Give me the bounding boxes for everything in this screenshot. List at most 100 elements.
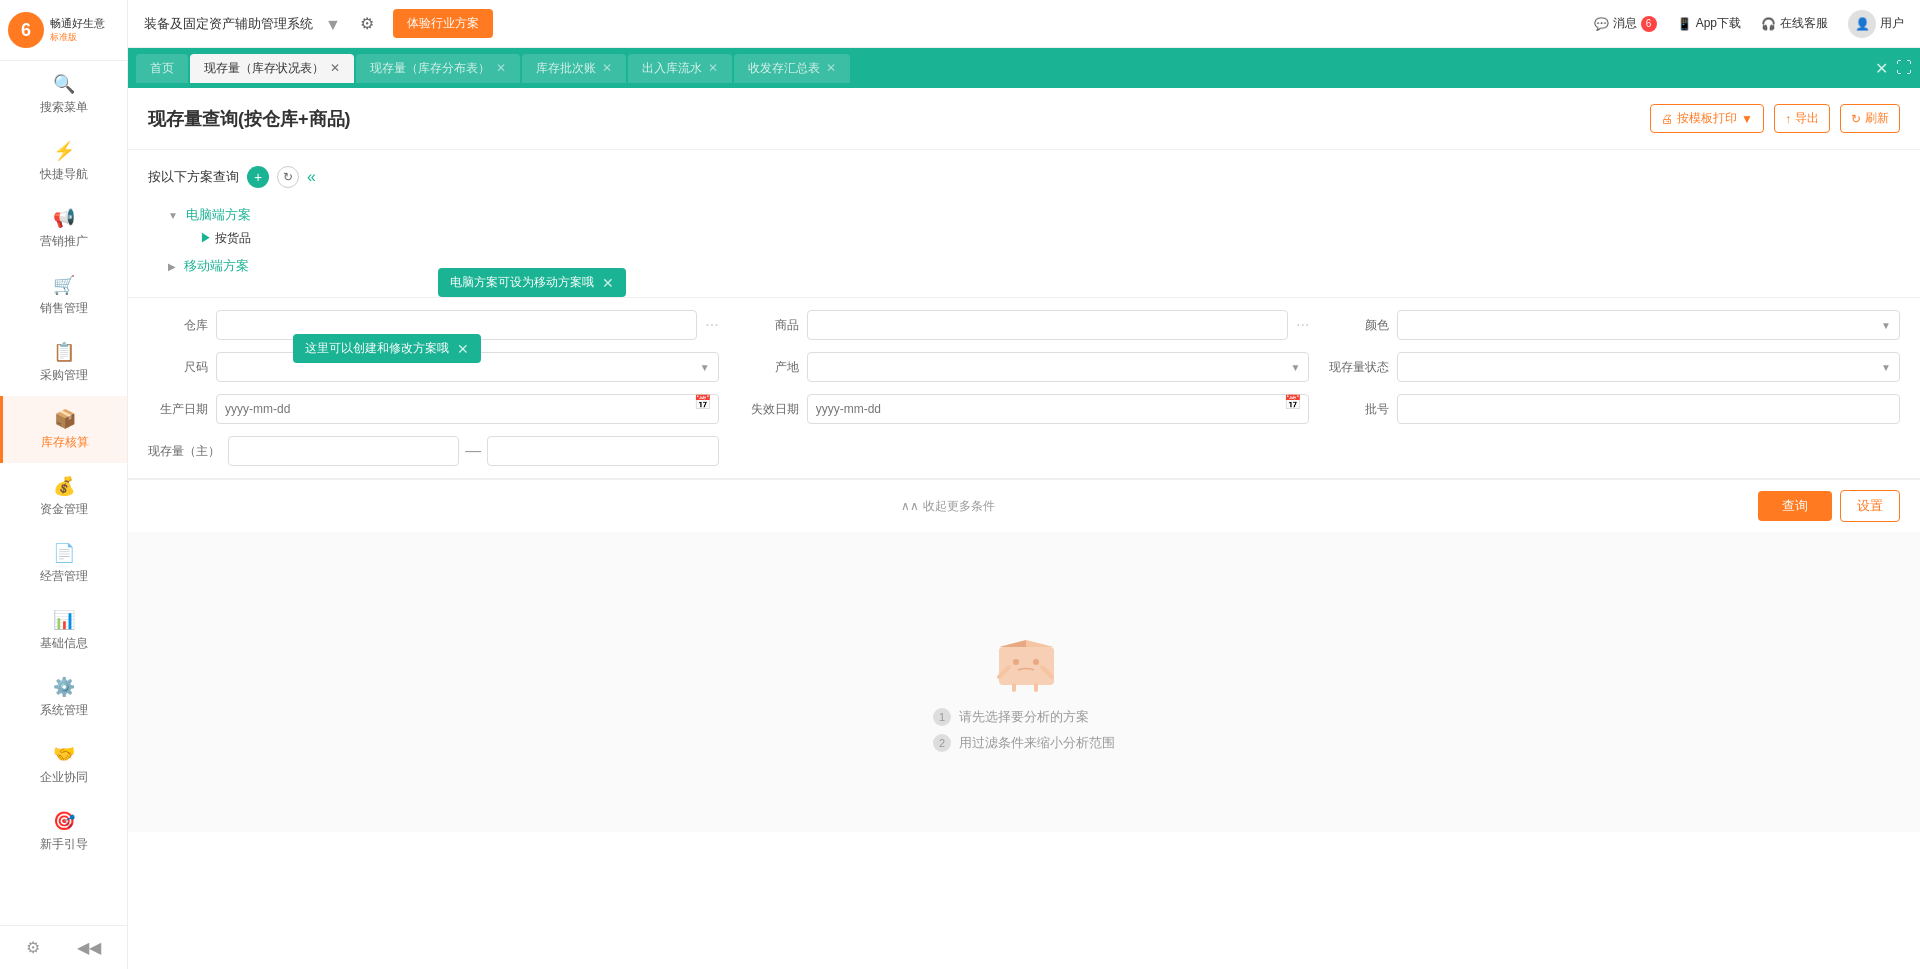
- message-icon: 💬: [1594, 17, 1609, 31]
- color-select-arrow: ▼: [1881, 320, 1891, 331]
- tab-summary-close[interactable]: ✕: [826, 61, 836, 75]
- tab-stock-dist-close[interactable]: ✕: [496, 61, 506, 75]
- sidebar-item-system-label: 系统管理: [40, 702, 88, 719]
- guide-icon: 🎯: [53, 810, 75, 832]
- tab-stock-dist-label: 现存量（库存分布表）: [370, 60, 490, 77]
- tip-item-1: 1 请先选择要分析的方案: [933, 708, 1115, 726]
- settings-bottom-btn[interactable]: ⚙: [26, 938, 40, 957]
- empty-tips: 1 请先选择要分析的方案 2 用过滤条件来缩小分析范围: [933, 708, 1115, 752]
- print-btn[interactable]: 🖨 按模板打印 ▼: [1650, 104, 1764, 133]
- prod-date-input[interactable]: [216, 394, 719, 424]
- filter-add-btn[interactable]: +: [247, 166, 269, 188]
- batch-label: 批号: [1329, 401, 1389, 418]
- tooltip-scheme-text: 电脑方案可设为移动方案哦: [450, 274, 594, 291]
- tab-summary[interactable]: 收发存汇总表 ✕: [734, 54, 850, 83]
- sidebar-item-inventory[interactable]: 📦 库存核算: [0, 396, 127, 463]
- user-label: 用户: [1880, 15, 1904, 32]
- notification-action[interactable]: 💬 消息 6: [1594, 15, 1657, 32]
- search-actions: 查询 设置: [1758, 490, 1900, 522]
- setup-btn[interactable]: 设置: [1840, 490, 1900, 522]
- collapse-btn[interactable]: ∧∧ 收起更多条件: [901, 498, 995, 515]
- stock-main-min[interactable]: [228, 436, 459, 466]
- origin-select-arrow: ▼: [1290, 362, 1300, 373]
- export-btn[interactable]: ↑ 导出: [1774, 104, 1830, 133]
- app-download-action[interactable]: 📱 App下载: [1677, 15, 1741, 32]
- export-btn-label: 导出: [1795, 110, 1819, 127]
- search-nav-icon: 🔍: [53, 73, 75, 95]
- stock-status-select[interactable]: ▼: [1397, 352, 1900, 382]
- content-area: 1 请先选择要分析的方案 2 用过滤条件来缩小分析范围: [128, 532, 1920, 832]
- batch-input[interactable]: [1397, 394, 1900, 424]
- sidebar-item-enterprise-label: 企业协同: [40, 769, 88, 786]
- page-title: 现存量查询(按仓库+商品): [148, 107, 351, 131]
- filter-back-btn[interactable]: «: [307, 168, 316, 186]
- stock-main-max[interactable]: [487, 436, 718, 466]
- goods-label: 商品: [739, 317, 799, 334]
- tab-batch-close[interactable]: ✕: [602, 61, 612, 75]
- experience-btn[interactable]: 体验行业方案: [393, 9, 493, 38]
- stock-main-sep: —: [465, 442, 481, 460]
- refresh-icon: ↻: [1851, 112, 1861, 126]
- sidebar-item-base-info-label: 基础信息: [40, 635, 88, 652]
- tab-inout-close[interactable]: ✕: [708, 61, 718, 75]
- online-support-action[interactable]: 🎧 在线客服: [1761, 15, 1828, 32]
- expiry-date-input[interactable]: [807, 394, 1310, 424]
- sidebar-item-purchase-label: 采购管理: [40, 367, 88, 384]
- size-label: 尺码: [148, 359, 208, 376]
- tab-batch-label: 库存批次账: [536, 60, 596, 77]
- sidebar-item-system[interactable]: ⚙️ 系统管理: [0, 664, 127, 731]
- tab-maximize-icon[interactable]: ⛶: [1896, 59, 1912, 78]
- refresh-btn-label: 刷新: [1865, 110, 1889, 127]
- empty-icon: [974, 612, 1074, 692]
- sidebar-item-operations[interactable]: 📄 经营管理: [0, 530, 127, 597]
- system-dropdown-icon[interactable]: ▼: [325, 16, 341, 32]
- goods-input[interactable]: [807, 310, 1288, 340]
- sidebar-item-sales[interactable]: 🛒 销售管理: [0, 262, 127, 329]
- collapse-sidebar-btn[interactable]: ◀◀: [77, 938, 101, 957]
- tooltip-scheme2-close[interactable]: ✕: [457, 341, 469, 357]
- page-header: 现存量查询(按仓库+商品) 🖨 按模板打印 ▼ ↑ 导出 ↻ 刷新: [128, 88, 1920, 150]
- tab-close-all-icon[interactable]: ✕: [1875, 59, 1888, 78]
- filter-wrapper: 按以下方案查询 + ↻ « ▼ 电脑端方案 ▶ 按货品: [128, 150, 1920, 532]
- header-settings-btn[interactable]: ⚙: [353, 10, 381, 38]
- expiry-date-calendar-icon[interactable]: 📅: [1284, 394, 1301, 410]
- scheme-mobile-item[interactable]: ▶ 移动端方案: [168, 251, 1880, 281]
- tooltip-scheme-close[interactable]: ✕: [602, 275, 614, 291]
- filter-reset-btn[interactable]: ↻: [277, 166, 299, 188]
- svg-point-1: [1013, 659, 1019, 665]
- scheme-desktop-item[interactable]: ▼ 电脑端方案: [168, 200, 1880, 230]
- print-btn-label: 按模板打印: [1677, 110, 1737, 127]
- origin-label: 产地: [739, 359, 799, 376]
- prod-date-calendar-icon[interactable]: 📅: [694, 394, 711, 410]
- tab-home[interactable]: 首页: [136, 54, 188, 83]
- page-actions: 🖨 按模板打印 ▼ ↑ 导出 ↻ 刷新: [1650, 104, 1900, 133]
- color-select[interactable]: ▼: [1397, 310, 1900, 340]
- sidebar-item-marketing-label: 营销推广: [40, 233, 88, 250]
- sidebar-item-base-info[interactable]: 📊 基础信息: [0, 597, 127, 664]
- filter-row-color: 颜色 ▼: [1329, 310, 1900, 340]
- tab-inout[interactable]: 出入库流水 ✕: [628, 54, 732, 83]
- tab-stock-status[interactable]: 现存量（库存状况表） ✕: [190, 54, 354, 83]
- tab-stock-dist[interactable]: 现存量（库存分布表） ✕: [356, 54, 520, 83]
- empty-state: 1 请先选择要分析的方案 2 用过滤条件来缩小分析范围: [128, 532, 1920, 832]
- origin-select[interactable]: ▼: [807, 352, 1310, 382]
- search-btn[interactable]: 查询: [1758, 491, 1832, 521]
- refresh-btn[interactable]: ↻ 刷新: [1840, 104, 1900, 133]
- warehouse-dots[interactable]: ···: [705, 316, 718, 334]
- sidebar-item-marketing[interactable]: 📢 营销推广: [0, 195, 127, 262]
- expiry-date-label: 失效日期: [739, 401, 799, 418]
- tab-batch[interactable]: 库存批次账 ✕: [522, 54, 626, 83]
- size-select-arrow: ▼: [700, 362, 710, 373]
- sidebar-item-guide[interactable]: 🎯 新手引导: [0, 798, 127, 865]
- goods-dots[interactable]: ···: [1296, 316, 1309, 334]
- user-action[interactable]: 👤 用户: [1848, 10, 1904, 38]
- sidebar-item-enterprise[interactable]: 🤝 企业协同: [0, 731, 127, 798]
- tab-bar-actions: ✕ ⛶: [1875, 59, 1912, 78]
- sidebar-item-quicknav[interactable]: ⚡ 快捷导航: [0, 128, 127, 195]
- scheme-desktop-sub[interactable]: ▶ 按货品: [168, 230, 1880, 251]
- tab-stock-status-close[interactable]: ✕: [330, 61, 340, 75]
- sidebar-item-purchase[interactable]: 📋 采购管理: [0, 329, 127, 396]
- sidebar-item-finance[interactable]: 💰 资金管理: [0, 463, 127, 530]
- sidebar-item-search[interactable]: 🔍 搜索菜单: [0, 61, 127, 128]
- filter-row-prod-date: 生产日期 📅: [148, 394, 719, 424]
